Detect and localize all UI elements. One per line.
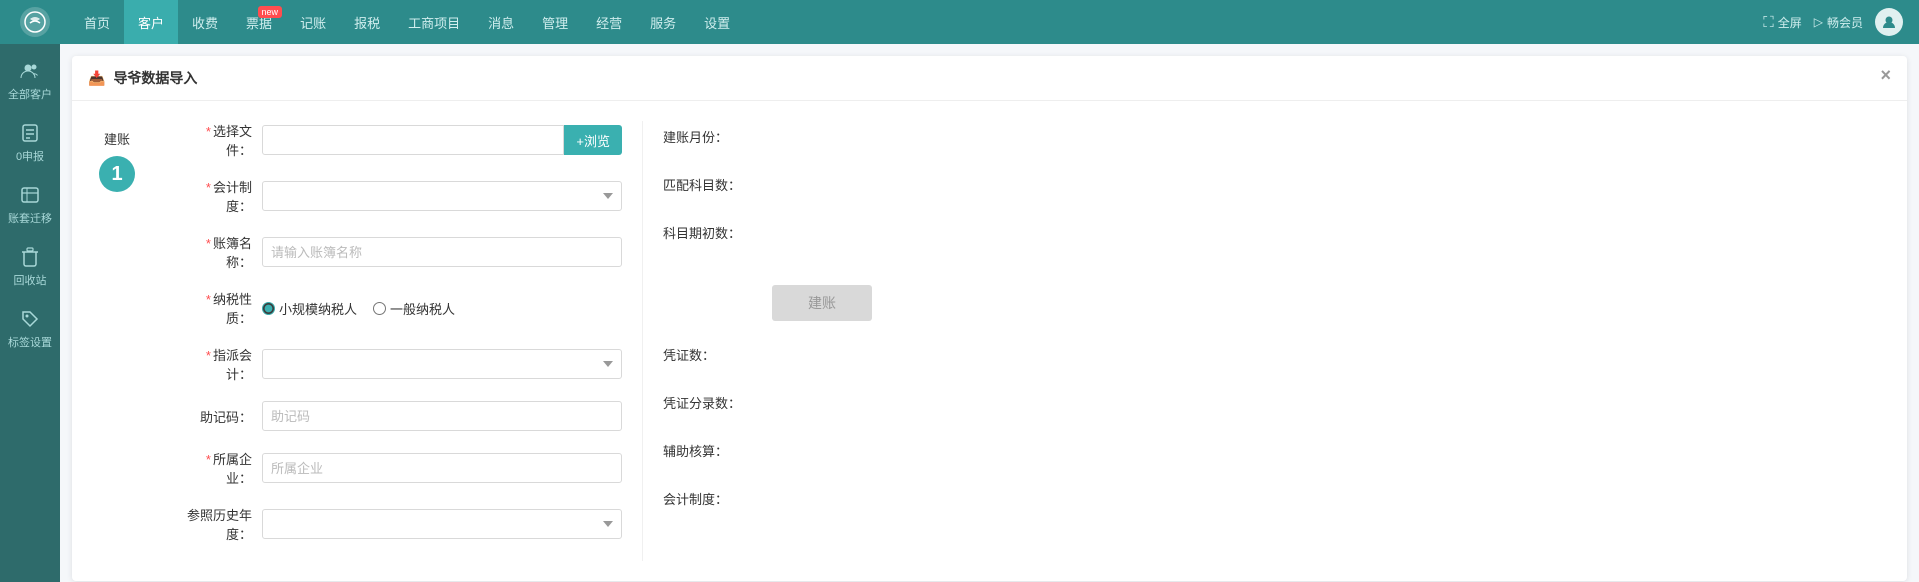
nav-fee[interactable]: 收费 <box>178 0 232 44</box>
auxiliary-row: 辅助核算： <box>663 435 902 465</box>
tax-row: *纳税性质： 小规模纳税人 一般纳税人 <box>182 289 622 327</box>
accounting-system-info-row: 会计制度： <box>663 483 902 513</box>
nav-home[interactable]: 首页 <box>70 0 124 44</box>
accounting-system-row: *会计制度： <box>182 177 622 215</box>
nav-business[interactable]: 工商项目 <box>394 0 474 44</box>
match-row: 匹配科目数： <box>663 169 902 199</box>
avatar[interactable] <box>1875 8 1903 36</box>
import-icon: 📥 <box>88 70 105 87</box>
accountant-row: *指派会计： <box>182 345 622 383</box>
initial-label: 科目期初数： <box>663 223 763 242</box>
sidebar-item-trash[interactable]: 回收站 <box>2 238 58 296</box>
migration-icon <box>19 184 41 206</box>
memo-row: 助记码： <box>182 401 622 431</box>
dialog-panel: 📥 导爷数据导入 × 建账 1 *选择文件： <box>72 56 1907 581</box>
browse-button[interactable]: +浏览 <box>564 125 622 155</box>
form-section: *选择文件： +浏览 *会计制度： <box>162 121 642 561</box>
tax-label: *纳税性质： <box>182 289 262 327</box>
nav-bookkeeping[interactable]: 记账 <box>286 0 340 44</box>
play-icon: ▷ <box>1814 15 1823 29</box>
company-label: *所属企业： <box>182 449 262 487</box>
step-circle: 1 <box>99 156 135 192</box>
nav-customer[interactable]: 客户 <box>124 0 178 44</box>
trash-icon <box>19 246 41 268</box>
memo-label: 助记码： <box>182 407 262 426</box>
dialog-title: 导爷数据导入 <box>113 68 197 88</box>
file-input[interactable] <box>262 125 564 155</box>
match-label: 匹配科目数： <box>663 175 763 194</box>
ledger-row: *账簿名称： <box>182 233 622 271</box>
info-section: 建账月份： 匹配科目数： 科目期初数： 建账 <box>642 121 922 561</box>
fullscreen-button[interactable]: ⛶ 全屏 <box>1763 14 1802 31</box>
nav-invoice[interactable]: 票据 new <box>232 0 286 44</box>
new-badge: new <box>258 6 283 18</box>
close-button[interactable]: × <box>1880 66 1891 84</box>
initial-row: 科目期初数： <box>663 217 902 247</box>
accountant-select[interactable] <box>262 349 622 379</box>
sidebar-item-tag-settings[interactable]: 标签设置 <box>2 300 58 358</box>
accounting-label: *会计制度： <box>182 177 262 215</box>
company-row: *所属企业： <box>182 449 622 487</box>
logo-icon <box>20 7 50 37</box>
member-button[interactable]: ▷ 畅会员 <box>1814 14 1863 31</box>
tag-icon <box>19 308 41 330</box>
small-taxpayer-radio[interactable] <box>262 302 275 315</box>
nav-message[interactable]: 消息 <box>474 0 528 44</box>
voucher-row: 凭证数： <box>663 339 902 369</box>
file-input-group: +浏览 <box>262 125 622 155</box>
sidebar: 全部客户 0申报 账套迁移 <box>0 44 60 582</box>
history-row: 参照历史年度： <box>182 505 622 543</box>
nav-settings[interactable]: 设置 <box>690 0 744 44</box>
history-label: 参照历史年度： <box>182 505 262 543</box>
memo-input[interactable] <box>262 401 622 431</box>
users-icon <box>19 60 41 82</box>
dialog-body: 建账 1 *选择文件： +浏览 <box>72 101 1907 581</box>
auxiliary-label: 辅助核算： <box>663 441 763 460</box>
accountant-label: *指派会计： <box>182 345 262 383</box>
history-select[interactable] <box>262 509 622 539</box>
nav-items: 首页 客户 收费 票据 new 记账 报税 工商项目 消息 管理 经营 服务 设… <box>70 0 1763 44</box>
step-section: 建账 1 <box>72 121 162 561</box>
main-layout: 全部客户 0申报 账套迁移 <box>0 44 1919 582</box>
accounting-system-label: 会计制度： <box>663 489 763 508</box>
sidebar-item-all-customers[interactable]: 全部客户 <box>2 52 58 110</box>
sidebar-item-zero-report[interactable]: 0申报 <box>2 114 58 172</box>
nav-right: ⛶ 全屏 ▷ 畅会员 <box>1763 8 1919 36</box>
month-row: 建账月份： <box>663 121 902 151</box>
voucher-label: 凭证数： <box>663 345 763 364</box>
logo-area[interactable] <box>10 0 60 44</box>
build-account-button[interactable]: 建账 <box>772 285 872 321</box>
nav-service[interactable]: 服务 <box>636 0 690 44</box>
company-input[interactable] <box>262 453 622 483</box>
voucher-entries-row: 凭证分录数： <box>663 387 902 417</box>
report-icon <box>19 122 41 144</box>
step-label: 建账 <box>104 129 130 148</box>
content-area: 📥 导爷数据导入 × 建账 1 *选择文件： <box>60 44 1919 582</box>
accounting-select[interactable] <box>262 181 622 211</box>
nav-operation[interactable]: 经营 <box>582 0 636 44</box>
ledger-input[interactable] <box>262 237 622 267</box>
tax-radio-group: 小规模纳税人 一般纳税人 <box>262 299 455 318</box>
small-taxpayer-option[interactable]: 小规模纳税人 <box>262 299 357 318</box>
month-label: 建账月份： <box>663 127 763 146</box>
general-taxpayer-radio[interactable] <box>373 302 386 315</box>
ledger-label: *账簿名称： <box>182 233 262 271</box>
file-label: *选择文件： <box>182 121 262 159</box>
file-row: *选择文件： +浏览 <box>182 121 622 159</box>
general-taxpayer-option[interactable]: 一般纳税人 <box>373 299 455 318</box>
nav-manage[interactable]: 管理 <box>528 0 582 44</box>
nav-tax[interactable]: 报税 <box>340 0 394 44</box>
sidebar-item-account-migration[interactable]: 账套迁移 <box>2 176 58 234</box>
top-navigation: 首页 客户 收费 票据 new 记账 报税 工商项目 消息 管理 经营 服务 设… <box>0 0 1919 44</box>
fullscreen-icon: ⛶ <box>1763 14 1774 31</box>
voucher-entries-label: 凭证分录数： <box>663 393 763 412</box>
dialog-header: 📥 导爷数据导入 × <box>72 56 1907 101</box>
